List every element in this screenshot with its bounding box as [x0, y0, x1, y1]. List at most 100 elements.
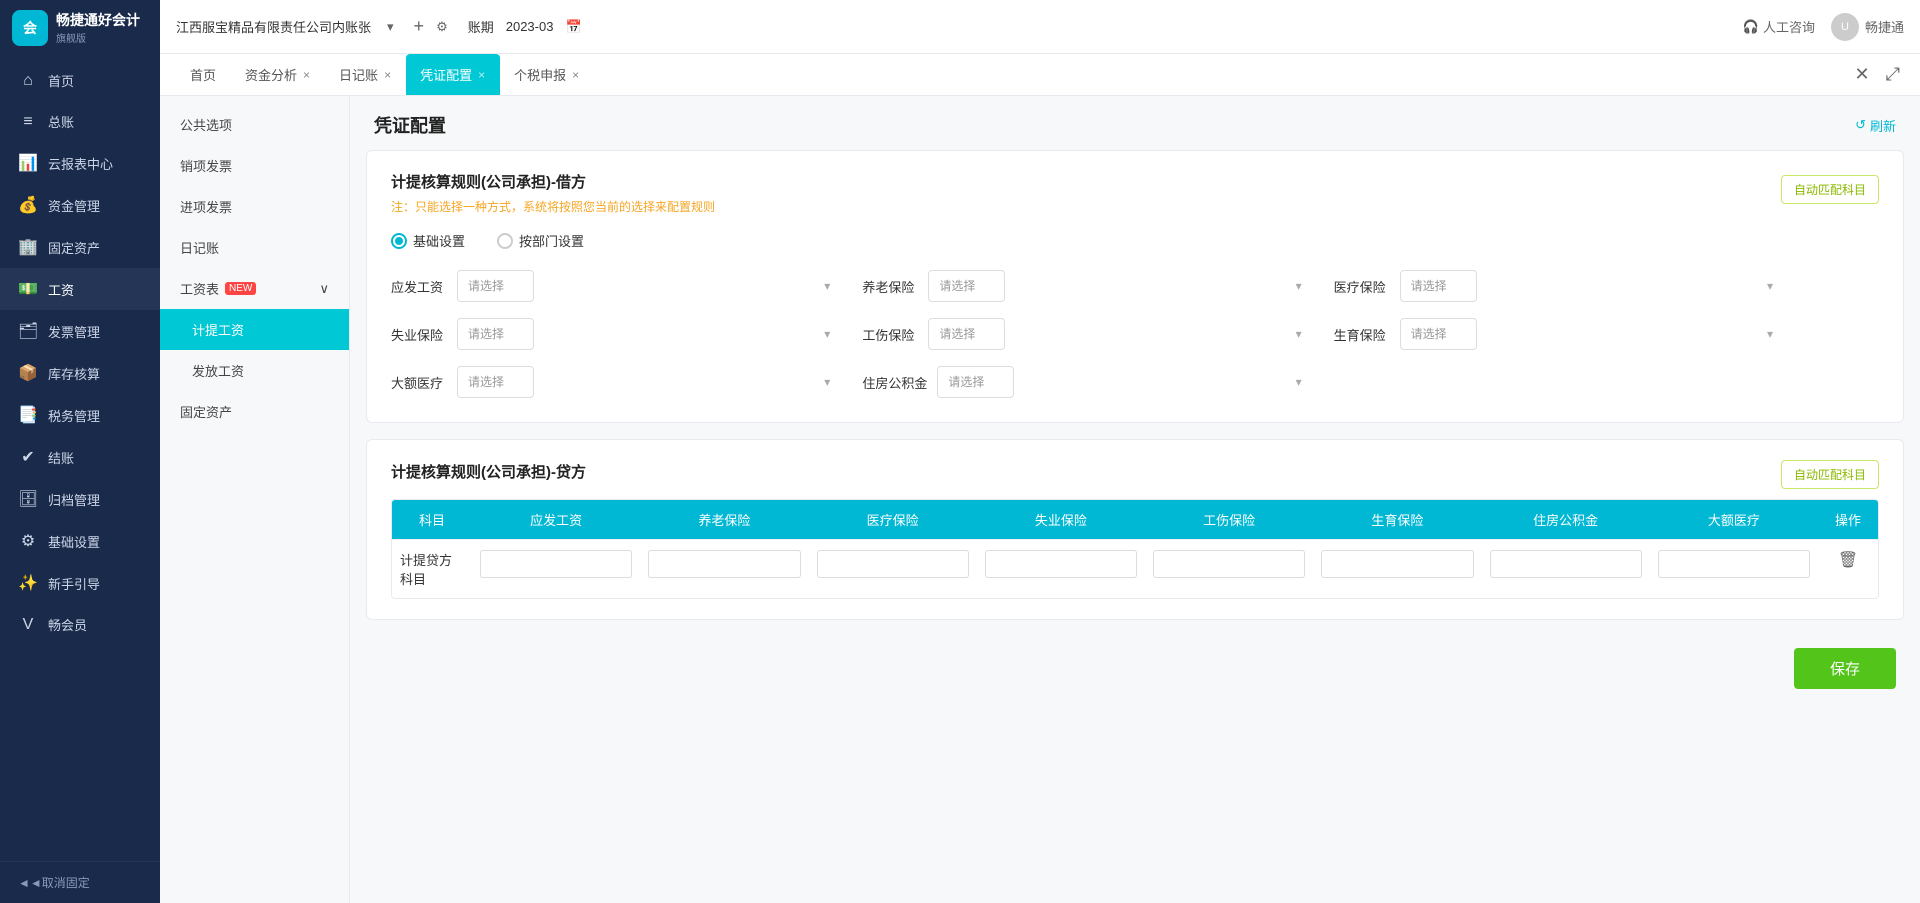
- field-workinjury: 工伤保险 请选择: [862, 318, 1309, 350]
- page-title: 凭证配置: [374, 112, 446, 138]
- sidebar-item-funds[interactable]: 💰 资金管理: [0, 184, 160, 226]
- user-menu[interactable]: U 畅捷通: [1831, 13, 1904, 41]
- th-workinjury: 工伤保险: [1145, 500, 1313, 539]
- sidebar-item-vip[interactable]: V 畅会员: [0, 604, 160, 645]
- sidebar-item-settle[interactable]: ✔ 结账: [0, 436, 160, 478]
- tab-home[interactable]: 首页: [176, 54, 231, 95]
- left-item-journal[interactable]: 日记账: [160, 227, 349, 268]
- tab-funds-close[interactable]: ×: [303, 68, 310, 82]
- auto-match-debit-button[interactable]: 自动匹配科目: [1781, 175, 1879, 204]
- unemployment-select[interactable]: 请选择: [457, 318, 534, 350]
- housing-select[interactable]: 请选择: [937, 366, 1014, 398]
- save-bar: 保存: [350, 636, 1920, 701]
- sidebar-item-archive[interactable]: 🗄 归档管理: [0, 478, 160, 520]
- sidebar-item-home[interactable]: ⌂ 首页: [0, 60, 160, 101]
- td-workinjury-input: [1145, 540, 1313, 598]
- bigmedical-select[interactable]: 请选择: [457, 366, 534, 398]
- left-item-public[interactable]: 公共选项: [160, 104, 349, 145]
- sidebar-item-guide[interactable]: ✨ 新手引导: [0, 562, 160, 604]
- main-content: 凭证配置 ↺ 刷新 计提核算规则(公司承担)-借方 注：只能选择一种方式，系统将…: [350, 96, 1920, 903]
- sidebar-item-inventory[interactable]: 📦 库存核算: [0, 352, 160, 394]
- expand-tabs-button[interactable]: ⤢: [1882, 64, 1904, 85]
- maternity-select[interactable]: 请选择: [1400, 318, 1477, 350]
- sidebar-item-label: 资金管理: [48, 196, 100, 215]
- company-name: 江西服宝精品有限责任公司内账张: [176, 17, 371, 36]
- tab-tax-close[interactable]: ×: [572, 68, 579, 82]
- tab-funds-label: 资金分析: [245, 65, 297, 84]
- workinjury-select[interactable]: 请选择: [928, 318, 1005, 350]
- tabbar-actions: ✕ ⤢: [1851, 64, 1905, 85]
- period-label: 账期: [468, 17, 494, 36]
- sidebar-item-label: 工资: [48, 280, 74, 299]
- medical-select[interactable]: 请选择: [1400, 270, 1477, 302]
- field-pension: 养老保险 请选择: [862, 270, 1309, 302]
- sidebar-item-assets[interactable]: 🏢 固定资产: [0, 226, 160, 268]
- pension-select[interactable]: 请选择: [928, 270, 1005, 302]
- credit-unemployment-input[interactable]: [985, 550, 1137, 578]
- bigmedical-select-wrap: 请选择: [457, 366, 838, 398]
- save-button[interactable]: 保存: [1794, 648, 1896, 689]
- left-item-pay-salary[interactable]: 发放工资: [160, 350, 349, 391]
- th-bigmedical: 大额医疗: [1650, 500, 1818, 539]
- th-subject: 科目: [392, 500, 472, 539]
- tab-voucher-close[interactable]: ×: [478, 68, 485, 82]
- auto-match-credit-button[interactable]: 自动匹配科目: [1781, 460, 1879, 489]
- radio-basic[interactable]: 基础设置: [391, 231, 465, 250]
- assets-icon: 🏢: [18, 237, 38, 257]
- sidebar-item-basic[interactable]: ⚙ 基础设置: [0, 520, 160, 562]
- td-subject-label: 计提贷方科目: [392, 540, 472, 598]
- credit-housing-input[interactable]: [1490, 550, 1642, 578]
- th-medical: 医疗保险: [809, 500, 977, 539]
- table-row: 计提贷方科目 🗑: [392, 539, 1878, 598]
- company-dropdown-icon[interactable]: ▾: [387, 19, 394, 35]
- tab-funds[interactable]: 资金分析 ×: [231, 54, 325, 95]
- settings-icon[interactable]: ⚙: [436, 19, 448, 35]
- topbar-right: 🎧 人工咨询 U 畅捷通: [1743, 13, 1904, 41]
- credit-workinjury-input[interactable]: [1153, 550, 1305, 578]
- left-item-sales[interactable]: 销项发票: [160, 145, 349, 186]
- tab-tax[interactable]: 个税申报 ×: [500, 54, 594, 95]
- pension-select-wrap: 请选择: [928, 270, 1309, 302]
- service-button[interactable]: 🎧 人工咨询: [1743, 17, 1815, 36]
- add-company-icon[interactable]: +: [414, 16, 425, 37]
- invoice-icon: 🗂: [18, 321, 38, 341]
- credit-pension-input[interactable]: [648, 550, 800, 578]
- calendar-icon[interactable]: 📅: [565, 19, 581, 35]
- left-item-fixed-assets-label: 固定资产: [180, 402, 232, 421]
- close-all-tabs-button[interactable]: ✕: [1851, 64, 1874, 85]
- pension-label: 养老保险: [862, 277, 918, 296]
- refresh-icon: ↺: [1855, 117, 1866, 133]
- sidebar-item-tax[interactable]: 📑 税务管理: [0, 394, 160, 436]
- credit-salary-input[interactable]: [480, 550, 632, 578]
- tab-home-label: 首页: [190, 65, 216, 84]
- sidebar-unpin[interactable]: ◄◄取消固定: [0, 861, 160, 903]
- sidebar-item-salary[interactable]: 💵 工资: [0, 268, 160, 310]
- avatar: U: [1831, 13, 1859, 41]
- vip-icon: V: [18, 616, 38, 634]
- left-item-fixed-assets[interactable]: 固定资产: [160, 391, 349, 432]
- maternity-select-wrap: 请选择: [1400, 318, 1781, 350]
- tab-journal[interactable]: 日记账 ×: [325, 54, 406, 95]
- tab-journal-close[interactable]: ×: [384, 68, 391, 82]
- sidebar-item-ledger[interactable]: ≡ 总账: [0, 101, 160, 142]
- credit-bigmedical-input[interactable]: [1658, 550, 1810, 578]
- sidebar-item-invoice[interactable]: 🗂 发票管理: [0, 310, 160, 352]
- housing-select-wrap: 请选择: [937, 366, 1309, 398]
- delete-row-icon[interactable]: 🗑: [1838, 552, 1858, 569]
- salary-select[interactable]: 请选择: [457, 270, 534, 302]
- home-icon: ⌂: [18, 72, 38, 90]
- field-unemployment: 失业保险 请选择: [391, 318, 838, 350]
- sidebar-item-label: 基础设置: [48, 532, 100, 551]
- refresh-button[interactable]: ↺ 刷新: [1855, 116, 1896, 135]
- sidebar-item-reports[interactable]: 📊 云报表中心: [0, 142, 160, 184]
- tab-voucher[interactable]: 凭证配置 ×: [406, 54, 500, 95]
- period-value: 2023-03: [506, 19, 554, 34]
- left-item-purchase[interactable]: 进项发票: [160, 186, 349, 227]
- radio-dept[interactable]: 按部门设置: [497, 231, 584, 250]
- workinjury-label: 工伤保险: [862, 325, 918, 344]
- left-item-calc-salary[interactable]: 计提工资: [160, 309, 349, 350]
- left-item-salary-table[interactable]: 工资表 NEW ∨: [160, 268, 349, 309]
- credit-maternity-input[interactable]: [1321, 550, 1473, 578]
- sidebar-item-label: 结账: [48, 448, 74, 467]
- credit-medical-input[interactable]: [817, 550, 969, 578]
